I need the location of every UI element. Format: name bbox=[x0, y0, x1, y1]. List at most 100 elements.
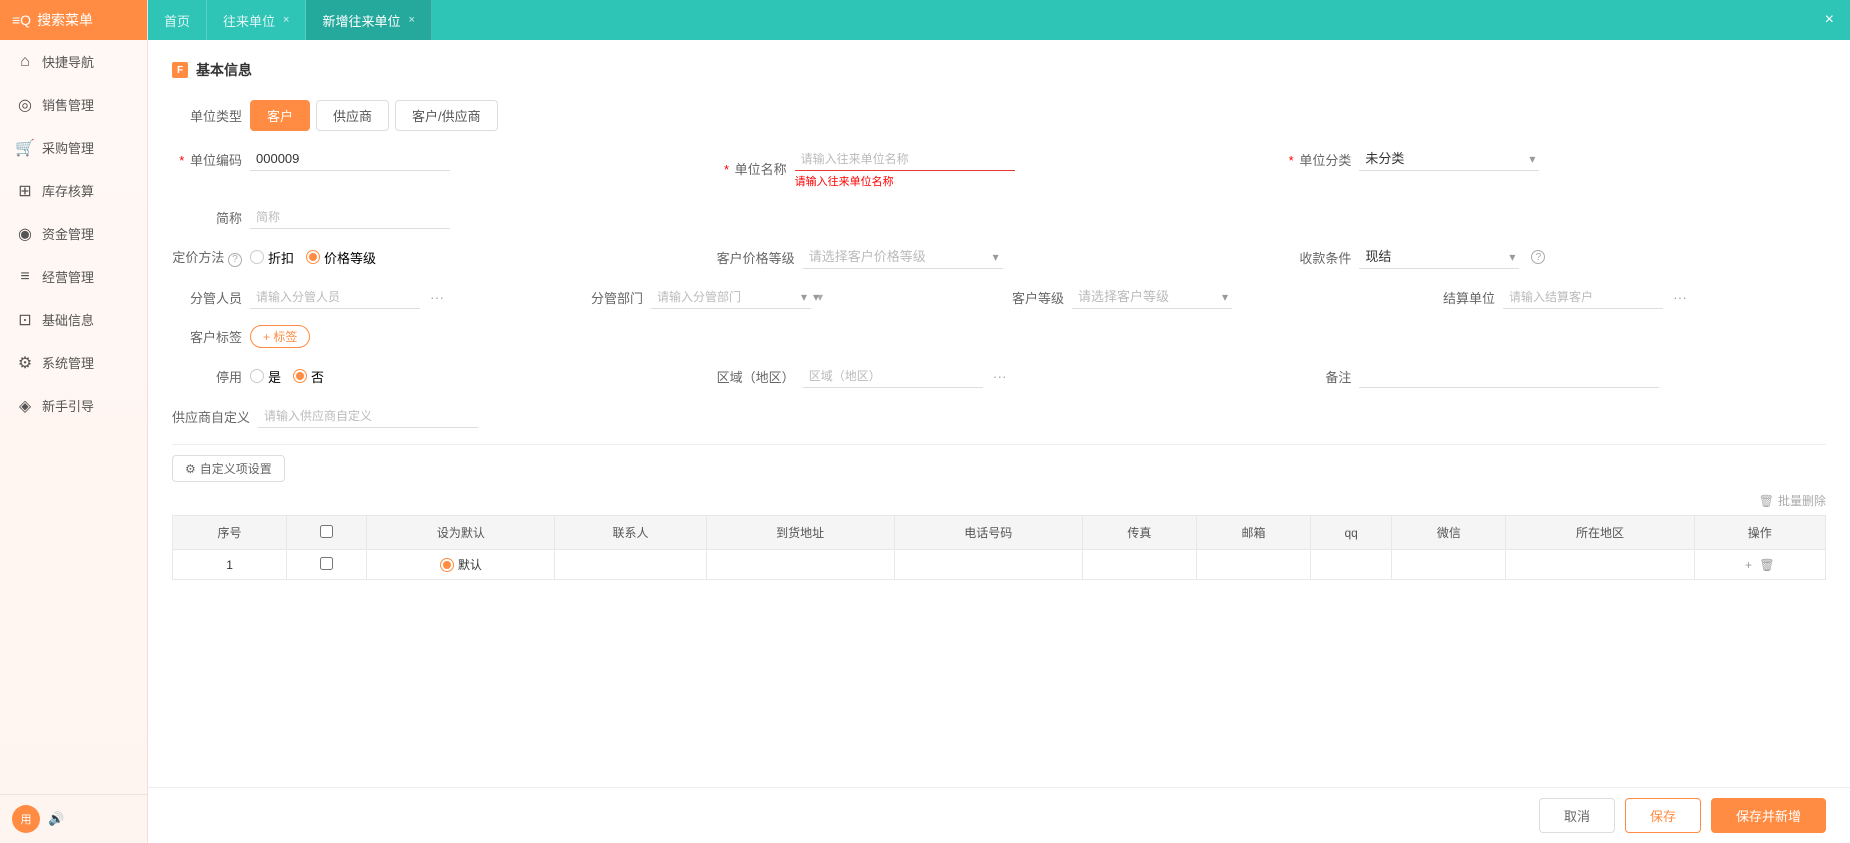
disabled-radio-yes-label: 是 bbox=[268, 367, 281, 386]
sidebar-item-operation[interactable]: ≡ 经营管理 bbox=[0, 255, 147, 298]
unit-code-input[interactable] bbox=[250, 147, 450, 171]
customer-tag-row: 客户标签 + 标签 bbox=[172, 325, 1826, 348]
pricing-radio-discount[interactable]: 折扣 bbox=[250, 248, 294, 267]
customer-level-label: 客户等级 bbox=[994, 288, 1064, 307]
payment-terms-help-icon[interactable]: ? bbox=[1531, 250, 1545, 264]
department-field: 分管部门 ▾ bbox=[573, 285, 974, 309]
td-address bbox=[706, 550, 894, 580]
unit-name-star: * bbox=[724, 162, 729, 177]
settlement-dots-button[interactable]: ··· bbox=[1671, 289, 1689, 305]
short-name-row: 简称 bbox=[172, 205, 1826, 229]
add-row-button[interactable]: + bbox=[1745, 558, 1752, 572]
customer-price-level-select-wrap: 请选择客户价格等级 bbox=[803, 245, 1003, 269]
short-name-input[interactable] bbox=[250, 205, 450, 229]
unit-category-select-wrap: 未分类 bbox=[1359, 147, 1539, 171]
pricing-radio-price-level[interactable]: 价格等级 bbox=[306, 248, 376, 267]
th-action: 操作 bbox=[1694, 516, 1825, 550]
pricing-method-field: 定价方法 ? 折扣 价格等级 bbox=[172, 247, 717, 267]
save-button[interactable]: 保存 bbox=[1625, 798, 1701, 833]
settlement-field: 结算单位 ··· bbox=[1425, 285, 1826, 309]
remark-field: 备注 bbox=[1281, 364, 1826, 388]
unit-name-field: * 单位名称 请输入往来单位名称 bbox=[717, 147, 1262, 189]
tab-partners-close[interactable]: × bbox=[283, 14, 289, 26]
customer-tag-field: 客户标签 + 标签 bbox=[172, 325, 1826, 348]
section-title: 基本信息 bbox=[196, 60, 252, 80]
unit-name-input[interactable] bbox=[795, 147, 1015, 171]
th-fax: 传真 bbox=[1082, 516, 1196, 550]
sidebar-item-basic[interactable]: ⊡ 基础信息 bbox=[0, 298, 147, 341]
tab-new-partner[interactable]: 新增往来单位 × bbox=[306, 0, 431, 40]
sidebar-item-guide[interactable]: ◈ 新手引导 bbox=[0, 384, 147, 427]
contacts-table: 序号 设为默认 联系人 到货地址 电话号码 传真 邮箱 qq 微信 所在地区 操… bbox=[172, 515, 1826, 580]
manager-label: 分管人员 bbox=[172, 288, 242, 307]
sidebar-item-quick-nav[interactable]: ⌂ 快捷导航 bbox=[0, 40, 147, 83]
manager-row: 分管人员 ··· 分管部门 ▾ 客户等级 bbox=[172, 285, 1826, 309]
cancel-button[interactable]: 取消 bbox=[1539, 798, 1615, 833]
td-default[interactable]: 默认 bbox=[367, 550, 555, 580]
sidebar-item-system[interactable]: ⚙ 系统管理 bbox=[0, 341, 147, 384]
row-default-radio[interactable]: 默认 bbox=[373, 556, 548, 573]
customer-level-select-wrap: 请选择客户等级 bbox=[1072, 285, 1232, 309]
save-new-button[interactable]: 保存并新增 bbox=[1711, 798, 1826, 833]
customer-price-level-field: 客户价格等级 请选择客户价格等级 bbox=[717, 245, 1262, 269]
remark-label: 备注 bbox=[1281, 367, 1351, 386]
disabled-radio-yes[interactable]: 是 bbox=[250, 367, 281, 386]
type-btn-customer[interactable]: 客户 bbox=[250, 100, 310, 131]
tab-home[interactable]: 首页 bbox=[148, 0, 207, 40]
manager-input[interactable] bbox=[250, 285, 420, 309]
sidebar-item-finance[interactable]: ◉ 资金管理 bbox=[0, 212, 147, 255]
search-icon: ≡Q bbox=[12, 12, 31, 28]
search-menu-button[interactable]: ≡Q 搜索菜单 bbox=[0, 0, 147, 40]
td-action: + 🗑 bbox=[1694, 550, 1825, 580]
pricing-help-icon[interactable]: ? bbox=[228, 253, 242, 267]
tab-new-partner-close[interactable]: × bbox=[408, 14, 414, 26]
department-select-wrap bbox=[651, 285, 811, 309]
department-dropdown-icon[interactable]: ▾ bbox=[817, 290, 823, 304]
tab-bar-close-button[interactable]: × bbox=[1809, 11, 1850, 29]
trash-icon: 🗑 bbox=[1759, 494, 1774, 508]
custom-settings-label: 自定义项设置 bbox=[200, 460, 272, 477]
manager-dots-button[interactable]: ··· bbox=[428, 289, 446, 305]
tab-partners[interactable]: 往来单位 × bbox=[207, 0, 306, 40]
home-icon: ⌂ bbox=[16, 53, 34, 71]
th-address: 到货地址 bbox=[706, 516, 894, 550]
unit-category-select[interactable]: 未分类 bbox=[1359, 147, 1539, 171]
add-tag-button[interactable]: + 标签 bbox=[250, 325, 310, 348]
settlement-input[interactable] bbox=[1503, 285, 1663, 309]
select-all-checkbox[interactable] bbox=[320, 525, 333, 538]
disabled-radio-no[interactable]: 否 bbox=[293, 367, 324, 386]
sidebar-item-inventory[interactable]: ⊞ 库存核算 bbox=[0, 169, 147, 212]
th-no: 序号 bbox=[173, 516, 287, 550]
region-label: 区域（地区） bbox=[717, 367, 795, 386]
unit-type-buttons: 客户 供应商 客户/供应商 bbox=[250, 100, 498, 131]
remark-input[interactable] bbox=[1359, 364, 1659, 388]
payment-terms-select[interactable]: 现结 bbox=[1359, 245, 1519, 269]
region-dots-button[interactable]: ··· bbox=[991, 368, 1009, 384]
pricing-method-label: 定价方法 ? bbox=[172, 247, 242, 267]
delete-row-button[interactable]: 🗑 bbox=[1759, 558, 1774, 572]
type-btn-supplier[interactable]: 供应商 bbox=[316, 100, 389, 131]
supplier-custom-input[interactable] bbox=[258, 404, 478, 428]
th-email: 邮箱 bbox=[1196, 516, 1310, 550]
unit-category-label: * 单位分类 bbox=[1281, 150, 1351, 169]
finance-icon: ◉ bbox=[16, 225, 34, 243]
region-input[interactable] bbox=[803, 364, 983, 388]
row-checkbox[interactable] bbox=[320, 557, 333, 570]
avatar: 用 bbox=[12, 805, 40, 833]
unit-code-star: * bbox=[179, 153, 184, 168]
custom-settings-button[interactable]: ⚙ 自定义项设置 bbox=[172, 455, 285, 482]
search-menu-label: 搜索菜单 bbox=[37, 10, 93, 30]
th-wechat: 微信 bbox=[1392, 516, 1506, 550]
batch-delete-button[interactable]: 🗑 批量删除 bbox=[1759, 492, 1826, 509]
sidebar-item-purchase[interactable]: 🛒 采购管理 bbox=[0, 126, 147, 169]
main-area: 首页 往来单位 × 新增往来单位 × × F 基本信息 单位类型 客户 bbox=[148, 0, 1850, 843]
unit-type-row: 单位类型 客户 供应商 客户/供应商 bbox=[172, 100, 1826, 131]
department-input[interactable] bbox=[651, 285, 811, 309]
customer-price-level-select[interactable]: 请选择客户价格等级 bbox=[803, 245, 1003, 269]
type-btn-both[interactable]: 客户/供应商 bbox=[395, 100, 498, 131]
tab-new-partner-label: 新增往来单位 bbox=[322, 11, 400, 30]
payment-terms-label: 收款条件 bbox=[1281, 248, 1351, 267]
customer-level-select[interactable]: 请选择客户等级 bbox=[1072, 285, 1232, 309]
sidebar-item-sales[interactable]: ◎ 销售管理 bbox=[0, 83, 147, 126]
table-row: 1 默认 bbox=[173, 550, 1826, 580]
